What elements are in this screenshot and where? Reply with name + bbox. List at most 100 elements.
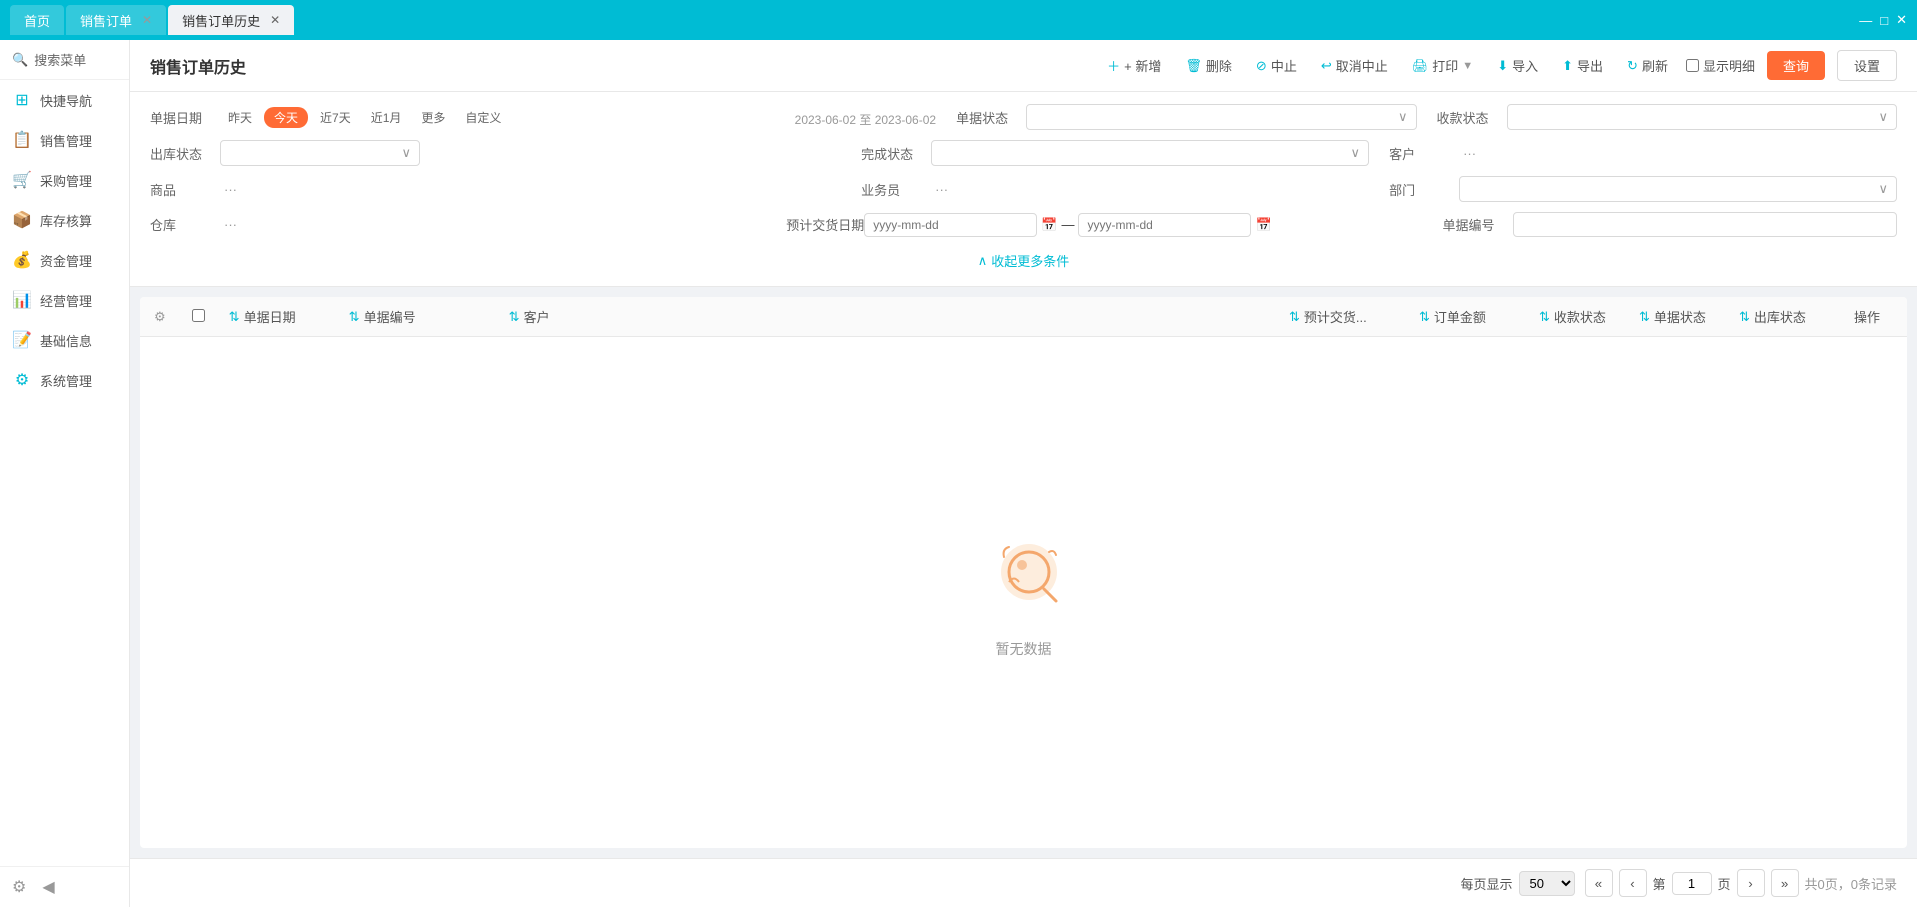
- tab-sales-order-history[interactable]: 销售订单历史 ✕: [168, 5, 294, 35]
- department-arrow: ∨: [1878, 181, 1888, 197]
- collapse-filter-button[interactable]: ∧ 收起更多条件: [150, 247, 1897, 274]
- sidebar-item-basic-info[interactable]: 📝 基础信息: [0, 320, 129, 360]
- tab-home-label: 首页: [24, 11, 50, 30]
- sidebar-item-quick-nav[interactable]: ⊞ 快捷导航: [0, 80, 129, 120]
- show-detail-checkbox[interactable]: [1686, 59, 1699, 72]
- sidebar-item-purchase-mgmt[interactable]: 🛒 采购管理: [0, 160, 129, 200]
- sales-mgmt-icon: 📋: [12, 130, 32, 150]
- sort-icon-delivery: ⇅: [1289, 309, 1300, 325]
- operations-icon: 📊: [12, 290, 32, 310]
- date-tab-more[interactable]: 更多: [413, 107, 453, 128]
- empty-state: 暂无数据: [140, 337, 1907, 848]
- col-header-amount: ⇅ 订单金额: [1407, 307, 1527, 326]
- goods-label: 商品: [150, 180, 220, 199]
- last-page-button[interactable]: »: [1771, 869, 1799, 897]
- date-tab-1month[interactable]: 近1月: [363, 107, 410, 128]
- table-select-all[interactable]: [180, 309, 217, 325]
- delete-button[interactable]: 🗑 删除: [1179, 52, 1238, 79]
- col-header-number: ⇅ 单据编号: [337, 307, 497, 326]
- goods-dots-button[interactable]: ···: [220, 182, 241, 197]
- delivery-date-start[interactable]: [864, 213, 1037, 237]
- print-button[interactable]: 🖨 打印 ▼: [1406, 52, 1479, 79]
- sidebar-item-system[interactable]: ⚙ 系统管理: [0, 360, 129, 400]
- delivery-date-end[interactable]: [1078, 213, 1251, 237]
- outbound-status-select[interactable]: ∨: [220, 140, 420, 166]
- tab-sales-order-history-close[interactable]: ✕: [270, 13, 280, 27]
- collapse-up-icon: ∧: [978, 253, 988, 269]
- purchase-mgmt-icon: 🛒: [12, 170, 32, 190]
- maximize-button[interactable]: □: [1880, 13, 1888, 28]
- calendar-end-icon[interactable]: 📅: [1255, 217, 1271, 233]
- per-page-select[interactable]: 10 20 50 100: [1519, 871, 1575, 896]
- date-tab-7days[interactable]: 近7天: [312, 107, 359, 128]
- date-tab-yesterday[interactable]: 昨天: [220, 107, 260, 128]
- filter-salesperson: 业务员 ···: [861, 180, 1369, 199]
- sort-icon-amount: ⇅: [1419, 309, 1430, 325]
- first-page-button[interactable]: «: [1585, 869, 1613, 897]
- sidebar-item-operations[interactable]: 📊 经营管理: [0, 280, 129, 320]
- close-window-button[interactable]: ✕: [1896, 12, 1907, 28]
- sort-icon-date: ⇅: [229, 309, 240, 325]
- order-status-select[interactable]: ∨: [1026, 104, 1416, 130]
- sidebar: 🔍 搜索菜单 ⊞ 快捷导航 📋 销售管理 🛒 采购管理 📦 库存核算 💰 资金管…: [0, 40, 130, 907]
- cancel-stop-button[interactable]: ↩ 取消中止: [1315, 52, 1394, 79]
- sidebar-search[interactable]: 🔍 搜索菜单: [0, 40, 129, 80]
- tab-sales-order-close[interactable]: ✕: [142, 13, 152, 27]
- add-button[interactable]: ＋ + 新增: [1101, 52, 1167, 79]
- complete-status-select[interactable]: ∨: [931, 140, 1369, 166]
- page-header: 销售订单历史 ＋ + 新增 🗑 删除 ⊘ 中止 ↩ 取消中止: [130, 40, 1917, 92]
- import-button[interactable]: ⬇ 导入: [1491, 52, 1544, 79]
- filter-customer: 客户 ···: [1389, 144, 1897, 163]
- select-all-checkbox[interactable]: [192, 309, 205, 322]
- sidebar-collapse-button[interactable]: ◀: [42, 877, 54, 897]
- next-page-button[interactable]: ›: [1737, 869, 1765, 897]
- date-tab-custom[interactable]: 自定义: [457, 107, 509, 128]
- sidebar-settings-button[interactable]: ⚙: [12, 877, 26, 897]
- sort-icon-number: ⇅: [349, 309, 360, 325]
- add-icon: ＋: [1107, 56, 1120, 75]
- table-gear-icon[interactable]: ⚙: [140, 309, 180, 325]
- filter-row-1: 单据日期 昨天 今天 近7天 近1月 更多 自定义 2023-06-02 至 2…: [150, 104, 1897, 130]
- date-tab-today[interactable]: 今天: [264, 107, 308, 128]
- page-number-input[interactable]: [1672, 872, 1712, 895]
- sidebar-item-inventory[interactable]: 📦 库存核算: [0, 200, 129, 240]
- stop-button[interactable]: ⊘ 中止: [1250, 52, 1303, 79]
- sidebar-item-quick-nav-label: 快捷导航: [40, 91, 92, 110]
- tab-sales-order[interactable]: 销售订单 ✕: [66, 5, 166, 35]
- query-button[interactable]: 查询: [1767, 51, 1825, 80]
- sidebar-item-system-label: 系统管理: [40, 371, 92, 390]
- tab-sales-order-label: 销售订单: [80, 11, 132, 30]
- table-header: ⚙ ⇅ 单据日期 ⇅ 单据编号 ⇅ 客户 ⇅ 预计交货.: [140, 297, 1907, 337]
- export-button[interactable]: ⬆ 导出: [1556, 52, 1609, 79]
- order-number-input[interactable]: [1513, 212, 1897, 237]
- filter-complete-status: 完成状态 ∨: [861, 140, 1369, 166]
- customer-dots-button[interactable]: ···: [1459, 146, 1480, 161]
- filter-section: 单据日期 昨天 今天 近7天 近1月 更多 自定义 2023-06-02 至 2…: [130, 92, 1917, 287]
- refresh-button[interactable]: ↻ 刷新: [1621, 52, 1674, 79]
- filter-row-3: 商品 ··· 业务员 ··· 部门 ∨: [150, 176, 1897, 202]
- salesperson-label: 业务员: [861, 180, 931, 199]
- empty-icon: [974, 527, 1074, 627]
- pagination-bar: 每页显示 10 20 50 100 « ‹ 第 页 › » 共0页，0条记录: [130, 858, 1917, 907]
- customer-label: 客户: [1389, 144, 1459, 163]
- tab-home[interactable]: 首页: [10, 5, 64, 35]
- quick-nav-icon: ⊞: [12, 90, 32, 110]
- show-detail-checkbox-label[interactable]: 显示明细: [1686, 56, 1755, 75]
- date-filter-control: 昨天 今天 近7天 近1月 更多 自定义: [220, 107, 795, 128]
- warehouse-dots-button[interactable]: ···: [220, 217, 241, 232]
- sidebar-item-finance[interactable]: 💰 资金管理: [0, 240, 129, 280]
- sidebar-item-sales-mgmt[interactable]: 📋 销售管理: [0, 120, 129, 160]
- prev-page-button[interactable]: ‹: [1619, 869, 1647, 897]
- department-select[interactable]: ∨: [1459, 176, 1897, 202]
- salesperson-dots-button[interactable]: ···: [931, 182, 952, 197]
- col-header-customer: ⇅ 客户: [497, 307, 1277, 326]
- calendar-start-icon[interactable]: 📅: [1041, 217, 1057, 233]
- import-icon: ⬇: [1497, 58, 1508, 74]
- sort-icon-status: ⇅: [1639, 309, 1650, 325]
- filter-order-number: 单据编号: [1443, 212, 1897, 237]
- filter-row-4: 仓库 ··· 预计交货日期 📅 — 📅 单据编号: [150, 212, 1897, 237]
- settings-button[interactable]: 设置: [1837, 50, 1897, 81]
- outbound-status-arrow: ∨: [401, 145, 411, 161]
- minimize-button[interactable]: —: [1859, 13, 1872, 28]
- payment-status-select[interactable]: ∨: [1507, 104, 1897, 130]
